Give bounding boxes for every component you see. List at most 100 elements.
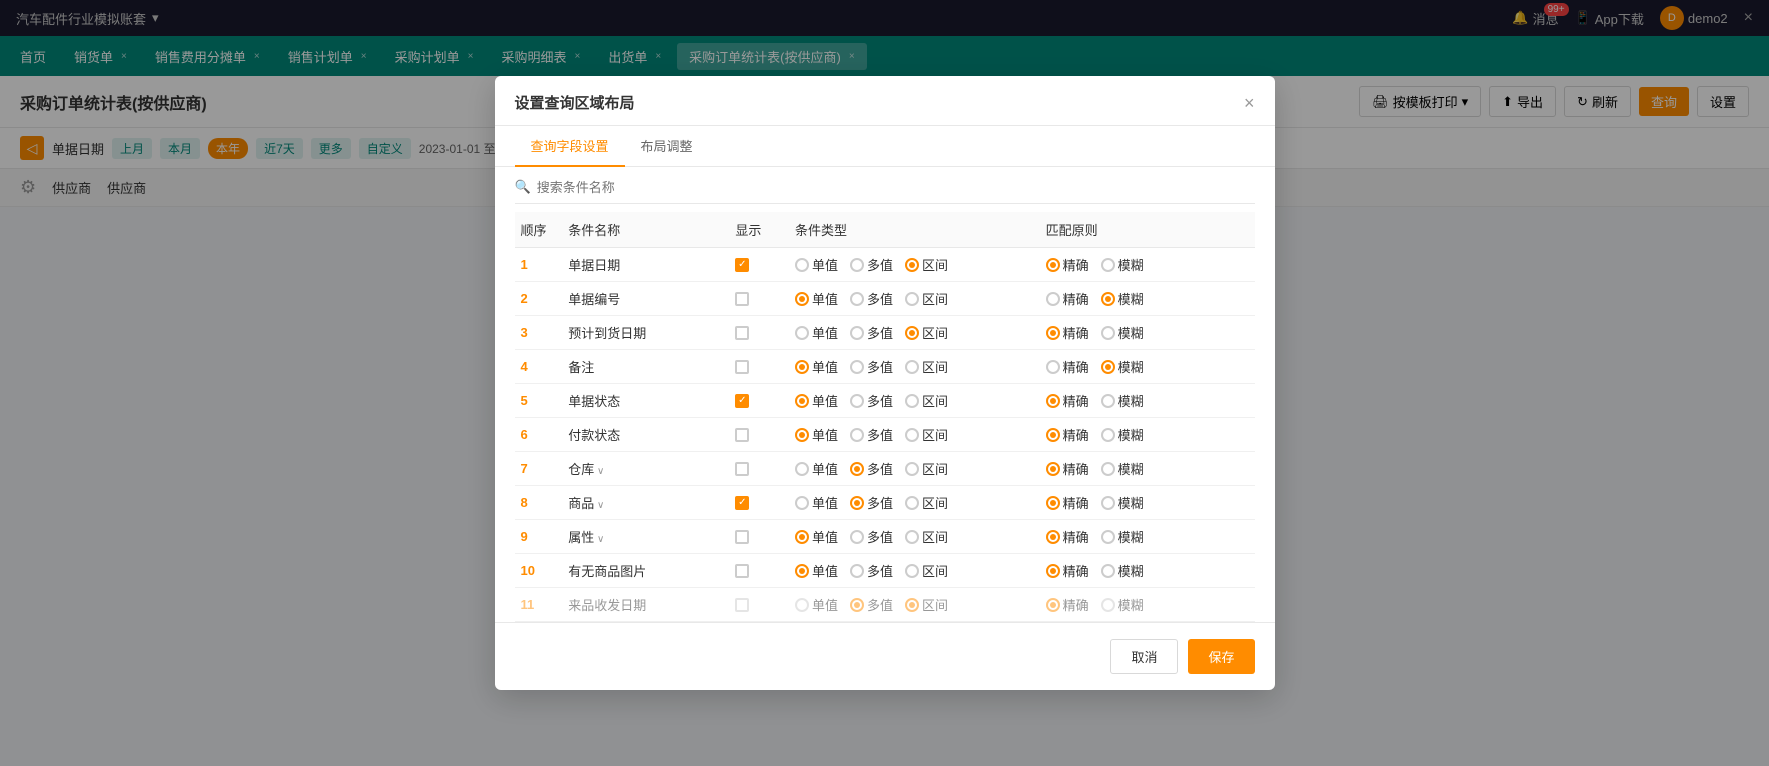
dialog-close-btn[interactable]: ×: [1244, 94, 1255, 112]
search-input[interactable]: [537, 180, 737, 195]
type-radio-range[interactable]: 区间: [905, 459, 948, 478]
show-checkbox[interactable]: [735, 428, 749, 442]
type-radio-multi[interactable]: 多值: [850, 255, 893, 274]
match-radio-exact[interactable]: 精确: [1046, 391, 1089, 410]
type-radio-single[interactable]: 单值: [795, 323, 838, 342]
match-radio-exact[interactable]: 精确: [1046, 459, 1089, 478]
tab-layout[interactable]: 布局调整: [625, 126, 709, 167]
save-btn[interactable]: 保存: [1188, 639, 1254, 674]
th-name: 条件名称: [562, 212, 729, 248]
match-radio-fuzzy[interactable]: 模糊: [1101, 493, 1144, 512]
cell-name: 付款状态: [562, 418, 729, 452]
type-radio-range[interactable]: 区间: [905, 255, 948, 274]
type-radio-label-multi: 多值: [867, 459, 893, 478]
match-radio-exact[interactable]: 精确: [1046, 561, 1089, 580]
type-radio-multi[interactable]: 多值: [850, 289, 893, 308]
type-radio-multi[interactable]: 多值: [850, 459, 893, 478]
show-checkbox[interactable]: [735, 292, 749, 306]
type-radio-multi[interactable]: 多值: [850, 391, 893, 410]
type-radio-multi[interactable]: 多值: [850, 527, 893, 546]
cell-show[interactable]: ✓: [729, 486, 789, 520]
match-radio-exact[interactable]: 精确: [1046, 493, 1089, 512]
type-radio-single[interactable]: 单值: [795, 289, 838, 308]
type-radio-range[interactable]: 区间: [905, 323, 948, 342]
match-radio-exact[interactable]: 精确: [1046, 425, 1089, 444]
show-checkbox[interactable]: [735, 462, 749, 476]
type-radio-range[interactable]: 区间: [905, 595, 948, 614]
match-radio-fuzzy[interactable]: 模糊: [1101, 561, 1144, 580]
dropdown-arrow-icon: ∨: [594, 500, 604, 511]
match-radio-fuzzy[interactable]: 模糊: [1101, 425, 1144, 444]
settings-dialog: 设置查询区域布局 × 查询字段设置 布局调整 🔍 顺序: [495, 76, 1275, 690]
match-radio-fuzzy[interactable]: 模糊: [1101, 289, 1144, 308]
type-radio-range[interactable]: 区间: [905, 289, 948, 308]
type-radio-circle-range: [905, 530, 919, 544]
match-radio-exact[interactable]: 精确: [1046, 255, 1089, 274]
type-radio-range[interactable]: 区间: [905, 357, 948, 376]
type-radio-single[interactable]: 单值: [795, 527, 838, 546]
match-radio-fuzzy[interactable]: 模糊: [1101, 357, 1144, 376]
match-radio-exact[interactable]: 精确: [1046, 357, 1089, 376]
cell-show[interactable]: [729, 316, 789, 350]
type-radio-circle-multi: [850, 462, 864, 476]
cell-show[interactable]: ✓: [729, 384, 789, 418]
cell-order: 2: [515, 282, 563, 316]
match-radio-exact[interactable]: 精确: [1046, 595, 1089, 614]
show-checkbox[interactable]: [735, 360, 749, 374]
cancel-btn[interactable]: 取消: [1110, 639, 1178, 674]
match-radio-fuzzy[interactable]: 模糊: [1101, 255, 1144, 274]
match-radio-fuzzy[interactable]: 模糊: [1101, 595, 1144, 614]
type-radio-single[interactable]: 单值: [795, 357, 838, 376]
type-radio-single[interactable]: 单值: [795, 391, 838, 410]
cell-show[interactable]: [729, 418, 789, 452]
type-radio-label-multi: 多值: [867, 425, 893, 444]
cell-type: 单值多值区间: [789, 486, 1040, 520]
type-radio-range[interactable]: 区间: [905, 527, 948, 546]
show-checkbox[interactable]: [735, 598, 749, 612]
show-checkbox[interactable]: [735, 564, 749, 578]
match-radio-fuzzy[interactable]: 模糊: [1101, 527, 1144, 546]
type-radio-single[interactable]: 单值: [795, 493, 838, 512]
cell-show[interactable]: [729, 554, 789, 588]
match-radio-label-fuzzy: 模糊: [1118, 289, 1144, 308]
cell-show[interactable]: ✓: [729, 248, 789, 282]
match-radio-fuzzy[interactable]: 模糊: [1101, 391, 1144, 410]
cell-show[interactable]: [729, 588, 789, 622]
type-radio-single[interactable]: 单值: [795, 425, 838, 444]
type-radio-range[interactable]: 区间: [905, 425, 948, 444]
show-checkbox[interactable]: [735, 530, 749, 544]
cell-order: 6: [515, 418, 563, 452]
show-checkbox[interactable]: [735, 326, 749, 340]
cell-show[interactable]: [729, 282, 789, 316]
match-radio-exact[interactable]: 精确: [1046, 527, 1089, 546]
show-checkbox[interactable]: ✓: [735, 394, 749, 408]
show-checkbox[interactable]: ✓: [735, 258, 749, 272]
match-radio-exact[interactable]: 精确: [1046, 323, 1089, 342]
show-checkbox[interactable]: ✓: [735, 496, 749, 510]
type-radio-range[interactable]: 区间: [905, 493, 948, 512]
type-radio-single[interactable]: 单值: [795, 255, 838, 274]
type-radio-multi[interactable]: 多值: [850, 595, 893, 614]
type-radio-multi[interactable]: 多值: [850, 561, 893, 580]
type-radio-multi[interactable]: 多值: [850, 493, 893, 512]
type-radio-circle-multi: [850, 564, 864, 578]
type-radio-single[interactable]: 单值: [795, 561, 838, 580]
type-radio-circle-range: [905, 394, 919, 408]
type-radio-single[interactable]: 单值: [795, 595, 838, 614]
type-radio-range[interactable]: 区间: [905, 561, 948, 580]
tab-query-fields[interactable]: 查询字段设置: [515, 126, 625, 167]
match-radio-circle-fuzzy: [1101, 394, 1115, 408]
type-radio-multi[interactable]: 多值: [850, 425, 893, 444]
type-radio-single[interactable]: 单值: [795, 459, 838, 478]
type-radio-multi[interactable]: 多值: [850, 323, 893, 342]
match-radio-group: 精确模糊: [1046, 425, 1249, 444]
cell-show[interactable]: [729, 520, 789, 554]
match-radio-exact[interactable]: 精确: [1046, 289, 1089, 308]
cell-type: 单值多值区间: [789, 554, 1040, 588]
match-radio-fuzzy[interactable]: 模糊: [1101, 323, 1144, 342]
cell-show[interactable]: [729, 350, 789, 384]
cell-show[interactable]: [729, 452, 789, 486]
type-radio-range[interactable]: 区间: [905, 391, 948, 410]
type-radio-multi[interactable]: 多值: [850, 357, 893, 376]
match-radio-fuzzy[interactable]: 模糊: [1101, 459, 1144, 478]
